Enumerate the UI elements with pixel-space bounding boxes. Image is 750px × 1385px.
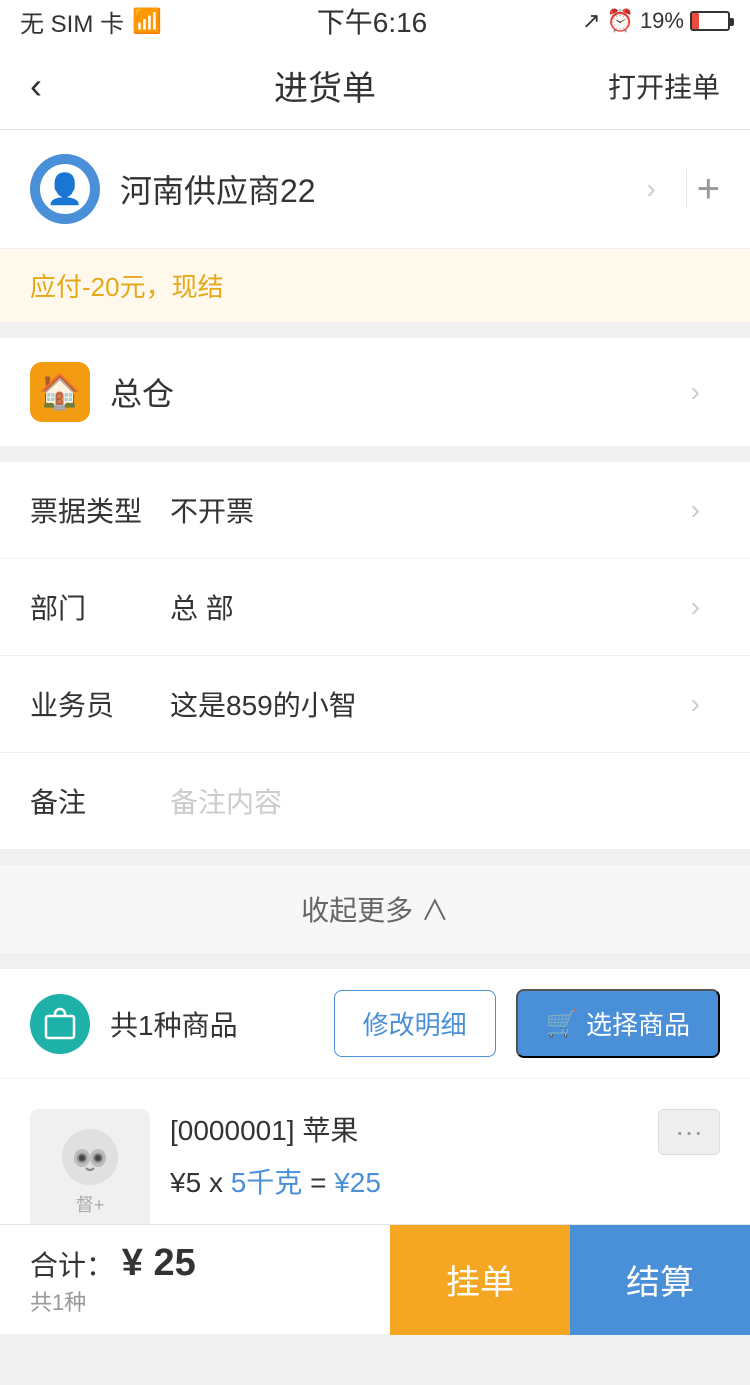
supplier-alert: 应付-20元，现结 bbox=[0, 249, 750, 322]
dept-value: 总 部 bbox=[170, 587, 691, 627]
checkout-button[interactable]: 结算 bbox=[570, 1225, 750, 1335]
battery-icon bbox=[690, 11, 730, 31]
select-product-button[interactable]: 🛒 选择商品 bbox=[516, 989, 720, 1058]
sales-row[interactable]: 业务员 这是859的小智 › bbox=[0, 656, 750, 753]
sales-label: 业务员 bbox=[30, 684, 170, 724]
remark-row[interactable]: 备注 备注内容 bbox=[0, 753, 750, 849]
supplier-row[interactable]: 👤 河南供应商22 › + bbox=[0, 130, 750, 249]
back-button[interactable]: ‹ bbox=[30, 65, 42, 107]
product-name: [0000001] 苹果 bbox=[170, 1109, 638, 1149]
page-title: 进货单 bbox=[274, 61, 376, 110]
sales-chevron-icon: › bbox=[691, 688, 700, 720]
carrier-text: 无 SIM 卡 bbox=[20, 4, 124, 39]
warehouse-chevron-icon: › bbox=[691, 376, 700, 408]
status-left: 无 SIM 卡 📶 bbox=[20, 4, 162, 39]
avatar-icon: 👤 bbox=[46, 172, 83, 207]
warehouse-row[interactable]: 🏠 总仓 › bbox=[0, 338, 750, 446]
product-more-button[interactable]: ··· bbox=[658, 1109, 720, 1155]
total-row: 合计： ¥ 25 bbox=[30, 1242, 360, 1285]
invoice-chevron-icon: › bbox=[691, 494, 700, 526]
battery-text: 19% bbox=[640, 8, 684, 34]
product-section: 共1种商品 修改明细 🛒 选择商品 bbox=[0, 969, 750, 1259]
total-label: 合计： bbox=[30, 1250, 114, 1281]
total-count: 共1种 bbox=[30, 1285, 360, 1317]
total-amount: ¥ 25 bbox=[122, 1242, 196, 1284]
bottom-bar: 合计： ¥ 25 共1种 挂单 结算 bbox=[0, 1224, 750, 1334]
collapse-label: 收起更多 ∧ bbox=[301, 889, 449, 929]
collapse-button[interactable]: 收起更多 ∧ bbox=[0, 865, 750, 953]
product-unit-price: ¥5 bbox=[170, 1167, 201, 1198]
product-count-text: 共1种商品 bbox=[110, 1004, 314, 1044]
invoice-value: 不开票 bbox=[170, 490, 691, 530]
add-supplier-button[interactable]: + bbox=[697, 167, 720, 212]
hang-button[interactable]: 挂单 bbox=[390, 1225, 570, 1335]
remark-input[interactable]: 备注内容 bbox=[170, 781, 720, 821]
nav-bar: ‹ 进货单 打开挂单 bbox=[0, 42, 750, 130]
alarm-icon: ⏰ bbox=[607, 8, 634, 34]
warehouse-name: 总仓 bbox=[110, 369, 691, 415]
divider bbox=[686, 169, 687, 209]
supplier-chevron-icon: › bbox=[646, 173, 655, 205]
dept-row[interactable]: 部门 总 部 › bbox=[0, 559, 750, 656]
supplier-name: 河南供应商22 bbox=[120, 166, 646, 212]
sales-value: 这是859的小智 bbox=[170, 684, 691, 724]
product-total: ¥25 bbox=[334, 1167, 381, 1198]
product-count-icon bbox=[30, 994, 90, 1054]
edit-detail-button[interactable]: 修改明细 bbox=[334, 990, 496, 1057]
supplier-section: 👤 河南供应商22 › + 应付-20元，现结 bbox=[0, 130, 750, 322]
open-hang-button[interactable]: 打开挂单 bbox=[608, 66, 720, 106]
warehouse-icon: 🏠 bbox=[30, 362, 90, 422]
wifi-icon: 📶 bbox=[132, 7, 162, 36]
total-section: 合计： ¥ 25 共1种 bbox=[0, 1242, 390, 1317]
status-right: ↗ ⏰ 19% bbox=[582, 8, 730, 34]
supplier-avatar: 👤 bbox=[30, 154, 100, 224]
location-icon: ↗ bbox=[582, 8, 600, 34]
invoice-row[interactable]: 票据类型 不开票 › bbox=[0, 462, 750, 559]
form-section: 票据类型 不开票 › 部门 总 部 › 业务员 这是859的小智 › 备注 备注… bbox=[0, 462, 750, 849]
product-qty: 5千克 bbox=[231, 1167, 303, 1198]
product-title: 苹果 bbox=[302, 1115, 358, 1146]
remark-label: 备注 bbox=[30, 781, 170, 821]
product-thumbnail: 督+ bbox=[30, 1109, 150, 1229]
product-header: 共1种商品 修改明细 🛒 选择商品 bbox=[0, 969, 750, 1079]
warehouse-section[interactable]: 🏠 总仓 › bbox=[0, 338, 750, 446]
product-info: [0000001] 苹果 ¥5 x 5千克 = ¥25 bbox=[170, 1109, 638, 1201]
status-time: 下午6:16 bbox=[317, 1, 428, 41]
cart-icon: 🛒 bbox=[546, 1008, 578, 1039]
product-price-row: ¥5 x 5千克 = ¥25 bbox=[170, 1161, 638, 1201]
product-code: [0000001] bbox=[170, 1115, 295, 1146]
dept-label: 部门 bbox=[30, 587, 170, 627]
dept-chevron-icon: › bbox=[691, 591, 700, 623]
invoice-label: 票据类型 bbox=[30, 490, 170, 530]
status-bar: 无 SIM 卡 📶 下午6:16 ↗ ⏰ 19% bbox=[0, 0, 750, 42]
